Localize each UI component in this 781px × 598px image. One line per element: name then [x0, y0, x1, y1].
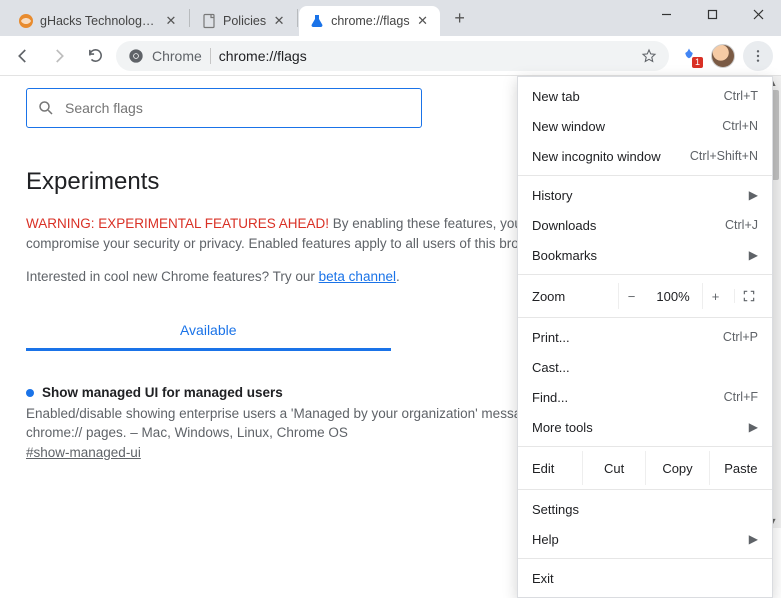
- ghacks-favicon: [18, 13, 34, 29]
- menu-exit[interactable]: Exit: [518, 563, 772, 593]
- menu-help[interactable]: Help▶: [518, 524, 772, 554]
- search-placeholder: Search flags: [65, 100, 143, 116]
- tab-ghacks[interactable]: gHacks Technology N ✕: [8, 6, 188, 36]
- extension-icon[interactable]: 1: [675, 42, 703, 70]
- close-icon[interactable]: ✕: [416, 14, 430, 28]
- titlebar: gHacks Technology N ✕ Policies ✕ chrome:…: [0, 0, 781, 36]
- back-button[interactable]: [8, 41, 38, 71]
- extension-badge: 1: [692, 57, 703, 68]
- close-icon[interactable]: ✕: [272, 14, 286, 28]
- menu-copy[interactable]: Copy: [645, 451, 708, 485]
- chrome-icon: [128, 48, 144, 64]
- minimize-button[interactable]: [643, 0, 689, 28]
- tab-strip: gHacks Technology N ✕ Policies ✕ chrome:…: [0, 0, 474, 36]
- menu-paste[interactable]: Paste: [709, 451, 772, 485]
- tab-title: gHacks Technology N: [40, 14, 158, 28]
- tab-title: chrome://flags: [331, 14, 410, 28]
- window-controls: [643, 0, 781, 28]
- bookmark-star-icon[interactable]: [641, 48, 657, 64]
- omnibox-url: chrome://flags: [219, 48, 307, 64]
- zoom-value: 100%: [650, 289, 696, 304]
- tab-available[interactable]: Available: [26, 312, 391, 351]
- forward-button[interactable]: [44, 41, 74, 71]
- menu-settings[interactable]: Settings: [518, 494, 772, 524]
- edit-label: Edit: [518, 461, 582, 476]
- chevron-right-icon: ▶: [749, 532, 758, 546]
- omnibox-chrome-label: Chrome: [152, 48, 202, 64]
- reload-button[interactable]: [80, 41, 110, 71]
- close-window-button[interactable]: [735, 0, 781, 28]
- new-tab-button[interactable]: +: [446, 4, 474, 32]
- maximize-button[interactable]: [689, 0, 735, 28]
- omnibox-divider: [210, 48, 211, 64]
- tab-flags[interactable]: chrome://flags ✕: [299, 6, 440, 36]
- menu-cut[interactable]: Cut: [582, 451, 645, 485]
- menu-new-tab[interactable]: New tabCtrl+T: [518, 81, 772, 111]
- chrome-menu-button[interactable]: [743, 41, 773, 71]
- search-flags-input[interactable]: Search flags: [26, 88, 422, 128]
- tab-policies[interactable]: Policies ✕: [191, 6, 296, 36]
- zoom-in-button[interactable]: +: [702, 283, 728, 309]
- chevron-right-icon: ▶: [749, 248, 758, 262]
- menu-find[interactable]: Find...Ctrl+F: [518, 382, 772, 412]
- chevron-right-icon: ▶: [749, 188, 758, 202]
- menu-bookmarks[interactable]: Bookmarks▶: [518, 240, 772, 270]
- omnibox[interactable]: Chrome chrome://flags: [116, 41, 669, 71]
- warning-red: WARNING: EXPERIMENTAL FEATURES AHEAD!: [26, 216, 329, 231]
- menu-cast[interactable]: Cast...: [518, 352, 772, 382]
- toolbar: Chrome chrome://flags 1: [0, 36, 781, 76]
- flag-title: Show managed UI for managed users: [42, 385, 283, 400]
- beta-channel-link[interactable]: beta channel: [319, 269, 396, 284]
- flag-anchor-link[interactable]: #show-managed-ui: [26, 445, 141, 460]
- chrome-menu: New tabCtrl+T New windowCtrl+N New incog…: [517, 76, 773, 598]
- avatar-icon: [711, 44, 735, 68]
- flag-status-dot: [26, 389, 34, 397]
- menu-history[interactable]: History▶: [518, 180, 772, 210]
- tab-title: Policies: [223, 14, 266, 28]
- menu-edit-row: Edit Cut Copy Paste: [518, 451, 772, 485]
- menu-downloads[interactable]: DownloadsCtrl+J: [518, 210, 772, 240]
- fullscreen-button[interactable]: [734, 289, 762, 303]
- zoom-out-button[interactable]: −: [618, 283, 644, 309]
- menu-zoom-row: Zoom − 100% +: [518, 279, 772, 313]
- chevron-right-icon: ▶: [749, 420, 758, 434]
- close-icon[interactable]: ✕: [164, 14, 178, 28]
- search-icon: [37, 99, 55, 117]
- menu-print[interactable]: Print...Ctrl+P: [518, 322, 772, 352]
- doc-favicon: [201, 13, 217, 29]
- menu-new-window[interactable]: New windowCtrl+N: [518, 111, 772, 141]
- flask-icon: [309, 13, 325, 29]
- zoom-label: Zoom: [532, 289, 618, 304]
- menu-incognito[interactable]: New incognito windowCtrl+Shift+N: [518, 141, 772, 171]
- profile-avatar[interactable]: [709, 42, 737, 70]
- menu-more-tools[interactable]: More tools▶: [518, 412, 772, 442]
